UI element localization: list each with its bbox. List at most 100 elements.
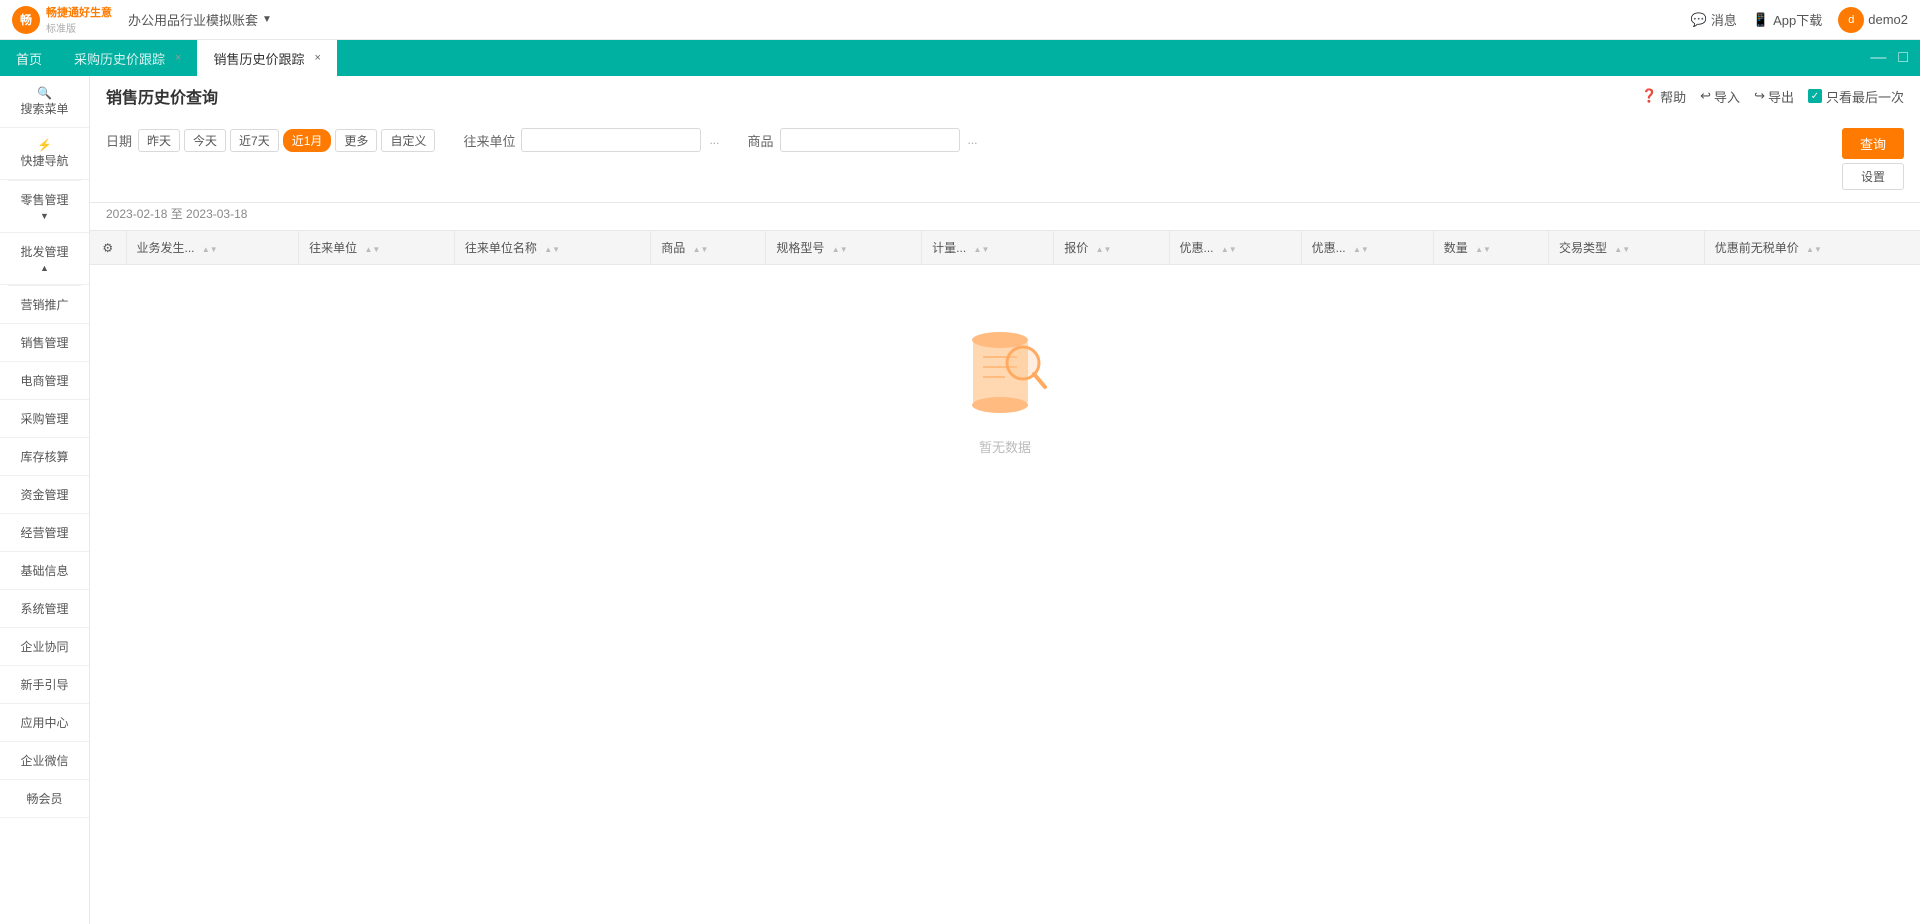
tab-close-purchase[interactable]: × <box>175 52 181 64</box>
sidebar-item-purchase[interactable]: 采购管理 <box>0 400 89 438</box>
date-buttons: 昨天 今天 近7天 近1月 更多 自定义 <box>138 129 435 152</box>
empty-illustration <box>955 325 1055 425</box>
message-icon: 💬 <box>1691 12 1707 28</box>
sidebar-item-enterprise[interactable]: 企业协同 <box>0 628 89 666</box>
import-btn[interactable]: ↩ 导入 <box>1700 87 1740 106</box>
date-range-display: 2023-02-18 至 2023-03-18 <box>90 203 1920 231</box>
col-goods[interactable]: 商品 ▲▼ <box>651 231 766 265</box>
col-discount1[interactable]: 优惠... ▲▼ <box>1169 231 1301 265</box>
partner-dots: ... <box>709 133 719 147</box>
col-gear[interactable]: ⚙ <box>90 231 126 265</box>
sidebar-item-finance[interactable]: 资金管理 <box>0 476 89 514</box>
col-partner[interactable]: 往来单位 ▲▼ <box>299 231 455 265</box>
sidebar-item-apps[interactable]: 应用中心 <box>0 704 89 742</box>
empty-svg <box>955 325 1055 425</box>
sidebar-item-newbie[interactable]: 新手引导 <box>0 666 89 704</box>
help-btn[interactable]: ❓ 帮助 <box>1641 87 1686 106</box>
sidebar-item-marketing[interactable]: 营销推广 <box>0 286 89 324</box>
sidebar-item-system[interactable]: 系统管理 <box>0 590 89 628</box>
user-menu[interactable]: d demo2 <box>1838 7 1908 33</box>
workspace-selector[interactable]: 办公用品行业模拟账套 ▼ <box>120 10 280 29</box>
chevron-down-icon-retail: ▼ <box>40 211 49 221</box>
sort-icon-discount2: ▲▼ <box>1353 245 1369 254</box>
sidebar-item-operations[interactable]: 经营管理 <box>0 514 89 552</box>
page-header: 销售历史价查询 ❓ 帮助 ↩ 导入 ↪ 导出 ✓ 只看最后一次 <box>90 76 1920 116</box>
sort-icon-spec: ▲▼ <box>832 245 848 254</box>
col-spec[interactable]: 规格型号 ▲▼ <box>766 231 922 265</box>
content-area: 销售历史价查询 ❓ 帮助 ↩ 导入 ↪ 导出 ✓ 只看最后一次 <box>90 76 1920 924</box>
export-icon: ↪ <box>1754 88 1765 104</box>
date-btn-yesterday[interactable]: 昨天 <box>138 129 180 152</box>
sidebar-item-retail[interactable]: 零售管理 ▼ <box>0 181 89 233</box>
search-icon: 🔍 <box>4 86 85 100</box>
sort-icon-partner-name: ▲▼ <box>544 245 560 254</box>
date-btn-1month[interactable]: 近1月 <box>283 129 332 152</box>
filter-area: 日期 昨天 今天 近7天 近1月 更多 自定义 往来单位 ... <box>90 116 1920 203</box>
partner-input[interactable] <box>521 128 701 152</box>
sort-icon-trade-type: ▲▼ <box>1614 245 1630 254</box>
goods-filter-group: 商品 ... <box>747 128 977 152</box>
sort-icon-pretax-price: ▲▼ <box>1806 245 1822 254</box>
date-filter-group: 日期 昨天 今天 近7天 近1月 更多 自定义 <box>106 129 435 152</box>
sidebar-item-inventory[interactable]: 库存核算 <box>0 438 89 476</box>
tab-controls: — □ <box>1866 45 1920 71</box>
app-download-btn[interactable]: 📱 App下载 <box>1753 10 1822 29</box>
col-price[interactable]: 报价 ▲▼ <box>1054 231 1169 265</box>
table-container: ⚙ 业务发生... ▲▼ 往来单位 ▲▼ 往来单位名称 ▲▼ <box>90 231 1920 924</box>
chevron-up-icon-wholesale: ▲ <box>40 263 49 273</box>
chevron-down-icon: ▼ <box>262 14 272 25</box>
tab-purchase-history[interactable]: 采购历史价跟踪 × <box>58 40 197 76</box>
date-label: 日期 <box>106 131 132 150</box>
sidebar: 🔍 搜索菜单 ⚡ 快捷导航 零售管理 ▼ 批发管理 ▲ 营销推广 销售管理 电商… <box>0 76 90 924</box>
goods-label: 商品 <box>747 131 773 150</box>
settings-button[interactable]: 设置 <box>1842 163 1904 190</box>
sidebar-item-wechat[interactable]: 企业微信 <box>0 742 89 780</box>
top-bar: 畅 畅捷通好生意 标准版 办公用品行业模拟账套 ▼ 💬 消息 📱 App下载 d… <box>0 0 1920 40</box>
table-header-row: ⚙ 业务发生... ▲▼ 往来单位 ▲▼ 往来单位名称 ▲▼ <box>90 231 1920 265</box>
table-header: ⚙ 业务发生... ▲▼ 往来单位 ▲▼ 往来单位名称 ▲▼ <box>90 231 1920 265</box>
date-btn-custom[interactable]: 自定义 <box>381 129 435 152</box>
sidebar-item-ecommerce[interactable]: 电商管理 <box>0 362 89 400</box>
col-date[interactable]: 业务发生... ▲▼ <box>126 231 299 265</box>
sidebar-item-members[interactable]: 畅会员 <box>0 780 89 818</box>
tab-sales-history[interactable]: 销售历史价跟踪 × <box>197 40 336 76</box>
page-title: 销售历史价查询 <box>106 84 218 108</box>
sidebar-item-search[interactable]: 🔍 搜索菜单 <box>0 76 89 128</box>
page-header-actions: ❓ 帮助 ↩ 导入 ↪ 导出 ✓ 只看最后一次 <box>1641 87 1904 106</box>
date-btn-7days[interactable]: 近7天 <box>230 129 279 152</box>
avatar: d <box>1838 7 1864 33</box>
query-button[interactable]: 查询 <box>1842 128 1904 159</box>
download-icon: 📱 <box>1753 12 1769 28</box>
top-bar-right: 💬 消息 📱 App下载 d demo2 <box>1691 7 1908 33</box>
tab-maximize-btn[interactable]: □ <box>1894 45 1912 71</box>
col-unit[interactable]: 计量... ▲▼ <box>922 231 1054 265</box>
sidebar-item-sales[interactable]: 销售管理 <box>0 324 89 362</box>
tab-minimize-btn[interactable]: — <box>1866 45 1890 71</box>
export-btn[interactable]: ↪ 导出 <box>1754 87 1794 106</box>
import-icon: ↩ <box>1700 88 1711 104</box>
logo-area: 畅 畅捷通好生意 标准版 <box>12 4 112 35</box>
tab-close-sales[interactable]: × <box>314 52 320 64</box>
col-partner-name[interactable]: 往来单位名称 ▲▼ <box>454 231 650 265</box>
sidebar-item-wholesale[interactable]: 批发管理 ▲ <box>0 233 89 285</box>
col-trade-type[interactable]: 交易类型 ▲▼ <box>1548 231 1704 265</box>
col-qty[interactable]: 数量 ▲▼ <box>1433 231 1548 265</box>
help-icon: ❓ <box>1641 88 1657 104</box>
col-discount2[interactable]: 优惠... ▲▼ <box>1301 231 1433 265</box>
main-area: 🔍 搜索菜单 ⚡ 快捷导航 零售管理 ▼ 批发管理 ▲ 营销推广 销售管理 电商… <box>0 76 1920 924</box>
partner-filter-group: 往来单位 ... <box>463 128 719 152</box>
logo-icon: 畅 <box>12 6 40 34</box>
goods-input[interactable] <box>780 128 960 152</box>
only-last-checkbox[interactable]: ✓ 只看最后一次 <box>1808 87 1904 106</box>
date-btn-today[interactable]: 今天 <box>184 129 226 152</box>
sidebar-item-shortcuts[interactable]: ⚡ 快捷导航 <box>0 128 89 180</box>
sidebar-item-basic-info[interactable]: 基础信息 <box>0 552 89 590</box>
filter-actions: 查询 设置 <box>1842 128 1904 190</box>
messages-btn[interactable]: 💬 消息 <box>1691 10 1737 29</box>
sort-icon-partner: ▲▼ <box>365 245 381 254</box>
col-pretax-price[interactable]: 优惠前无税单价 ▲▼ <box>1704 231 1920 265</box>
date-btn-more[interactable]: 更多 <box>335 129 377 152</box>
sort-icon-discount1: ▲▼ <box>1221 245 1237 254</box>
sort-icon-date: ▲▼ <box>202 245 218 254</box>
tab-home[interactable]: 首页 <box>0 49 58 68</box>
